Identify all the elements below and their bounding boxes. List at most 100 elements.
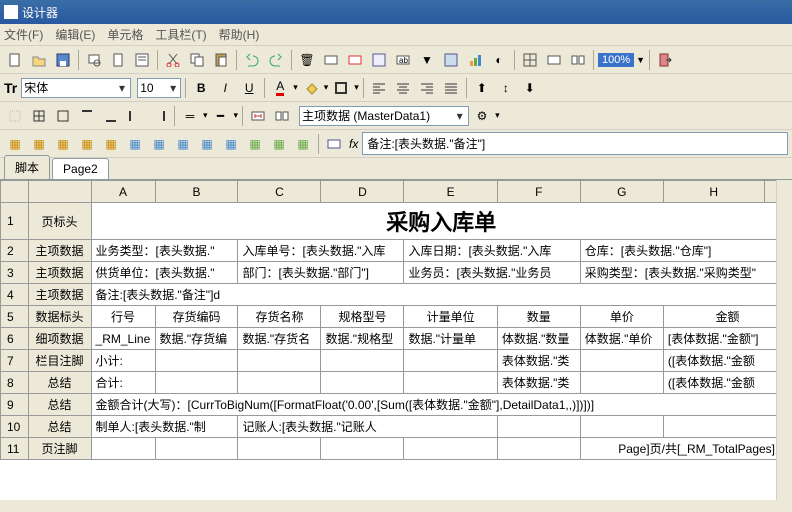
- remove-button[interactable]: [344, 49, 366, 71]
- shape-button[interactable]: ◐: [488, 49, 510, 71]
- toolbar-row-2: Tr ▾ ▾ B I U A ▾ ▾ ▾ ⬆ ↕ ⬇: [0, 74, 792, 102]
- border-color-button[interactable]: [330, 77, 352, 99]
- dataset-combo[interactable]: ▾: [299, 106, 469, 126]
- italic-button[interactable]: I: [214, 77, 236, 99]
- font-color-button[interactable]: A: [269, 77, 291, 99]
- row-1[interactable]: 1页标头 采购入库单: [1, 203, 792, 240]
- unmerge-button[interactable]: [271, 105, 293, 127]
- underline-button[interactable]: U: [238, 77, 260, 99]
- border-right-button[interactable]: [148, 105, 170, 127]
- band-11-button[interactable]: ▦: [244, 133, 266, 155]
- toolbar-row-3: ═ ▾ ━ ▾ ▾ ⚙ ▾: [0, 102, 792, 130]
- print-preview-button[interactable]: [83, 49, 105, 71]
- band-13-button[interactable]: ▦: [292, 133, 314, 155]
- merge-cells-button[interactable]: [247, 105, 269, 127]
- object-button[interactable]: ▼: [416, 49, 438, 71]
- script-button[interactable]: [368, 49, 390, 71]
- row-8[interactable]: 8总结 合计: 表体数据."类([表体数据."金额: [1, 372, 792, 394]
- row-3[interactable]: 3主项数据 供货单位：[表头数据." 部门：[表头数据."部门"] 业务员：[表…: [1, 262, 792, 284]
- border-top-button[interactable]: [76, 105, 98, 127]
- align-right-button[interactable]: [416, 77, 438, 99]
- band-1-button[interactable]: ▦: [4, 133, 26, 155]
- cut-button[interactable]: [162, 49, 184, 71]
- col-header-row: ABCD EFGHI: [1, 181, 792, 203]
- band-2-button[interactable]: ▦: [28, 133, 50, 155]
- valign-middle-button[interactable]: ↕: [495, 77, 517, 99]
- border-style-button[interactable]: ═: [179, 105, 201, 127]
- align-left-button[interactable]: [368, 77, 390, 99]
- border-left-button[interactable]: [124, 105, 146, 127]
- menu-help[interactable]: 帮助(H): [219, 26, 260, 43]
- band-8-button[interactable]: ▦: [172, 133, 194, 155]
- row-10[interactable]: 10总结 制单人:[表头数据."制 记账人:[表头数据."记账人: [1, 416, 792, 438]
- design-grid[interactable]: ABCD EFGHI 1页标头 采购入库单 2主项数据 业务类型：[表头数据."…: [0, 180, 792, 500]
- row-6[interactable]: 6细项数据 _RM_Line数据."存货编数据."存货名 数据."规格型数据."…: [1, 328, 792, 350]
- band-4-button[interactable]: ▦: [76, 133, 98, 155]
- tab-script[interactable]: 脚本: [4, 155, 50, 179]
- line-style-button[interactable]: ━: [210, 105, 232, 127]
- vertical-scrollbar[interactable]: [776, 180, 792, 500]
- exit-button[interactable]: [654, 49, 676, 71]
- save-button[interactable]: [52, 49, 74, 71]
- app-icon: [4, 5, 18, 19]
- dataset-tool-button[interactable]: ⚙: [471, 105, 493, 127]
- menu-cell[interactable]: 单元格: [107, 26, 143, 43]
- row-9[interactable]: 9总结 金额合计(大写)：[CurrToBigNum([FormatFloat(…: [1, 394, 792, 416]
- border-bottom-button[interactable]: [100, 105, 122, 127]
- formula-input[interactable]: 备注:[表头数据."备注"]: [362, 132, 788, 155]
- row-11[interactable]: 11页注脚 Page]页/共[_RM_TotalPages]页: [1, 438, 792, 460]
- font-name-combo[interactable]: ▾: [21, 78, 131, 98]
- formula-icon: [323, 133, 345, 155]
- align-center-button[interactable]: [392, 77, 414, 99]
- bold-button[interactable]: B: [190, 77, 212, 99]
- page-setup-button[interactable]: [107, 49, 129, 71]
- split-button[interactable]: [567, 49, 589, 71]
- paste-button[interactable]: [210, 49, 232, 71]
- toolbar-row-1: 🗑 ab ▼ ◐ 100% ▼: [0, 46, 792, 74]
- row-7[interactable]: 7栏目注脚 小计: 表体数据."类([表体数据."金额: [1, 350, 792, 372]
- undo-button[interactable]: [241, 49, 263, 71]
- add-button[interactable]: [320, 49, 342, 71]
- menu-file[interactable]: 文件(F): [4, 26, 43, 43]
- band-10-button[interactable]: ▦: [220, 133, 242, 155]
- band-3-button[interactable]: ▦: [52, 133, 74, 155]
- delete-col-button[interactable]: 🗑: [296, 49, 318, 71]
- font-size-combo[interactable]: ▾: [137, 78, 181, 98]
- merge-button[interactable]: [543, 49, 565, 71]
- band-7-button[interactable]: ▦: [148, 133, 170, 155]
- border-none-button[interactable]: [4, 105, 26, 127]
- new-button[interactable]: [4, 49, 26, 71]
- image-button[interactable]: [440, 49, 462, 71]
- band-6-button[interactable]: ▦: [124, 133, 146, 155]
- row-4[interactable]: 4主项数据 备注:[表头数据."备注"]d: [1, 284, 792, 306]
- row-5[interactable]: 5数据标头 行号 存货编码 存货名称 规格型号 计量单位 数量 单价 金额: [1, 306, 792, 328]
- svg-text:ab: ab: [399, 56, 408, 65]
- redo-button[interactable]: [265, 49, 287, 71]
- tab-page2[interactable]: Page2: [52, 158, 109, 179]
- fill-color-button[interactable]: [300, 77, 322, 99]
- toolbar-row-4: ▦ ▦ ▦ ▦ ▦ ▦ ▦ ▦ ▦ ▦ ▦ ▦ ▦ fx 备注:[表头数据."备…: [0, 130, 792, 158]
- menu-toolbar[interactable]: 工具栏(T): [155, 26, 206, 43]
- align-justify-button[interactable]: [440, 77, 462, 99]
- copy-button[interactable]: [186, 49, 208, 71]
- valign-bottom-button[interactable]: ⬇: [519, 77, 541, 99]
- menu-edit[interactable]: 编辑(E): [55, 26, 95, 43]
- chart-button[interactable]: [464, 49, 486, 71]
- font-icon: Tr: [4, 80, 17, 96]
- valign-top-button[interactable]: ⬆: [471, 77, 493, 99]
- border-all-button[interactable]: [28, 105, 50, 127]
- border-outer-button[interactable]: [52, 105, 74, 127]
- open-button[interactable]: [28, 49, 50, 71]
- band-5-button[interactable]: ▦: [100, 133, 122, 155]
- field-button[interactable]: ab: [392, 49, 414, 71]
- grid-button[interactable]: [519, 49, 541, 71]
- fx-label: fx: [349, 137, 358, 151]
- zoom-display[interactable]: 100%: [598, 53, 634, 67]
- band-9-button[interactable]: ▦: [196, 133, 218, 155]
- window-title: 设计器: [22, 4, 58, 21]
- row-2[interactable]: 2主项数据 业务类型：[表头数据." 入库单号：[表头数据."入库 入库日期：[…: [1, 240, 792, 262]
- properties-button[interactable]: [131, 49, 153, 71]
- window-titlebar: 设计器: [0, 0, 792, 24]
- menu-bar: 文件(F) 编辑(E) 单元格 工具栏(T) 帮助(H): [0, 24, 792, 46]
- band-12-button[interactable]: ▦: [268, 133, 290, 155]
